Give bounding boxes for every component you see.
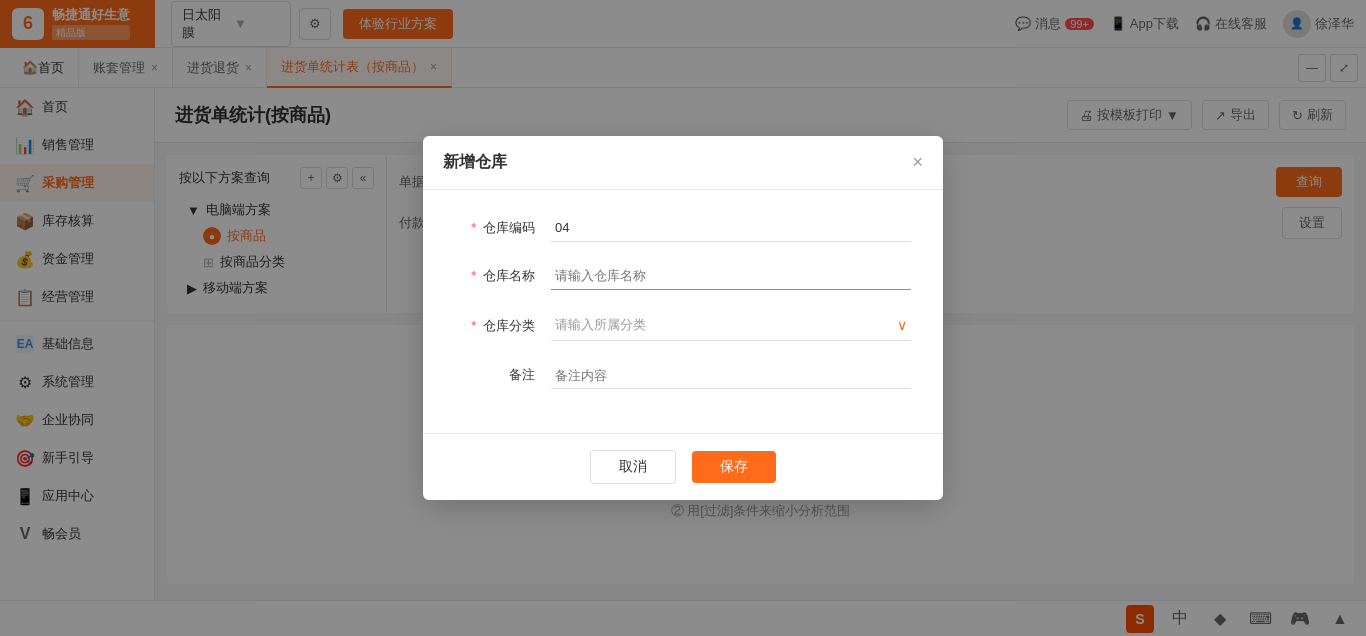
warehouse-name-label: * 仓库名称	[455, 267, 535, 285]
required-mark: *	[471, 220, 476, 235]
modal-footer: 取消 保存	[423, 433, 943, 500]
form-row-warehouse-code: * 仓库编码	[455, 214, 911, 242]
category-select-arrow-icon: ∨	[897, 317, 907, 333]
modal-overlay: 新增仓库 × * 仓库编码 * 仓库名称	[0, 0, 1366, 636]
modal-title: 新增仓库	[443, 152, 507, 173]
warehouse-code-input[interactable]	[551, 214, 911, 242]
warehouse-name-input[interactable]	[551, 262, 911, 290]
warehouse-category-label: * 仓库分类	[455, 317, 535, 335]
save-button[interactable]: 保存	[692, 451, 776, 483]
warehouse-category-select[interactable]: 请输入所属分类 ∨	[551, 310, 911, 341]
modal-body: * 仓库编码 * 仓库名称 * 仓库分类 请输入	[423, 190, 943, 433]
modal-close-button[interactable]: ×	[912, 152, 923, 173]
remarks-input[interactable]	[551, 361, 911, 389]
modal-header: 新增仓库 ×	[423, 136, 943, 190]
warehouse-code-label: * 仓库编码	[455, 219, 535, 237]
form-row-warehouse-category: * 仓库分类 请输入所属分类 ∨	[455, 310, 911, 341]
warehouse-category-placeholder: 请输入所属分类	[555, 316, 646, 334]
required-mark-3: *	[471, 318, 476, 333]
required-mark-2: *	[471, 268, 476, 283]
add-warehouse-modal: 新增仓库 × * 仓库编码 * 仓库名称	[423, 136, 943, 500]
form-row-remarks: 备注	[455, 361, 911, 389]
cancel-button[interactable]: 取消	[590, 450, 676, 484]
form-row-warehouse-name: * 仓库名称	[455, 262, 911, 290]
remarks-label: 备注	[455, 366, 535, 384]
